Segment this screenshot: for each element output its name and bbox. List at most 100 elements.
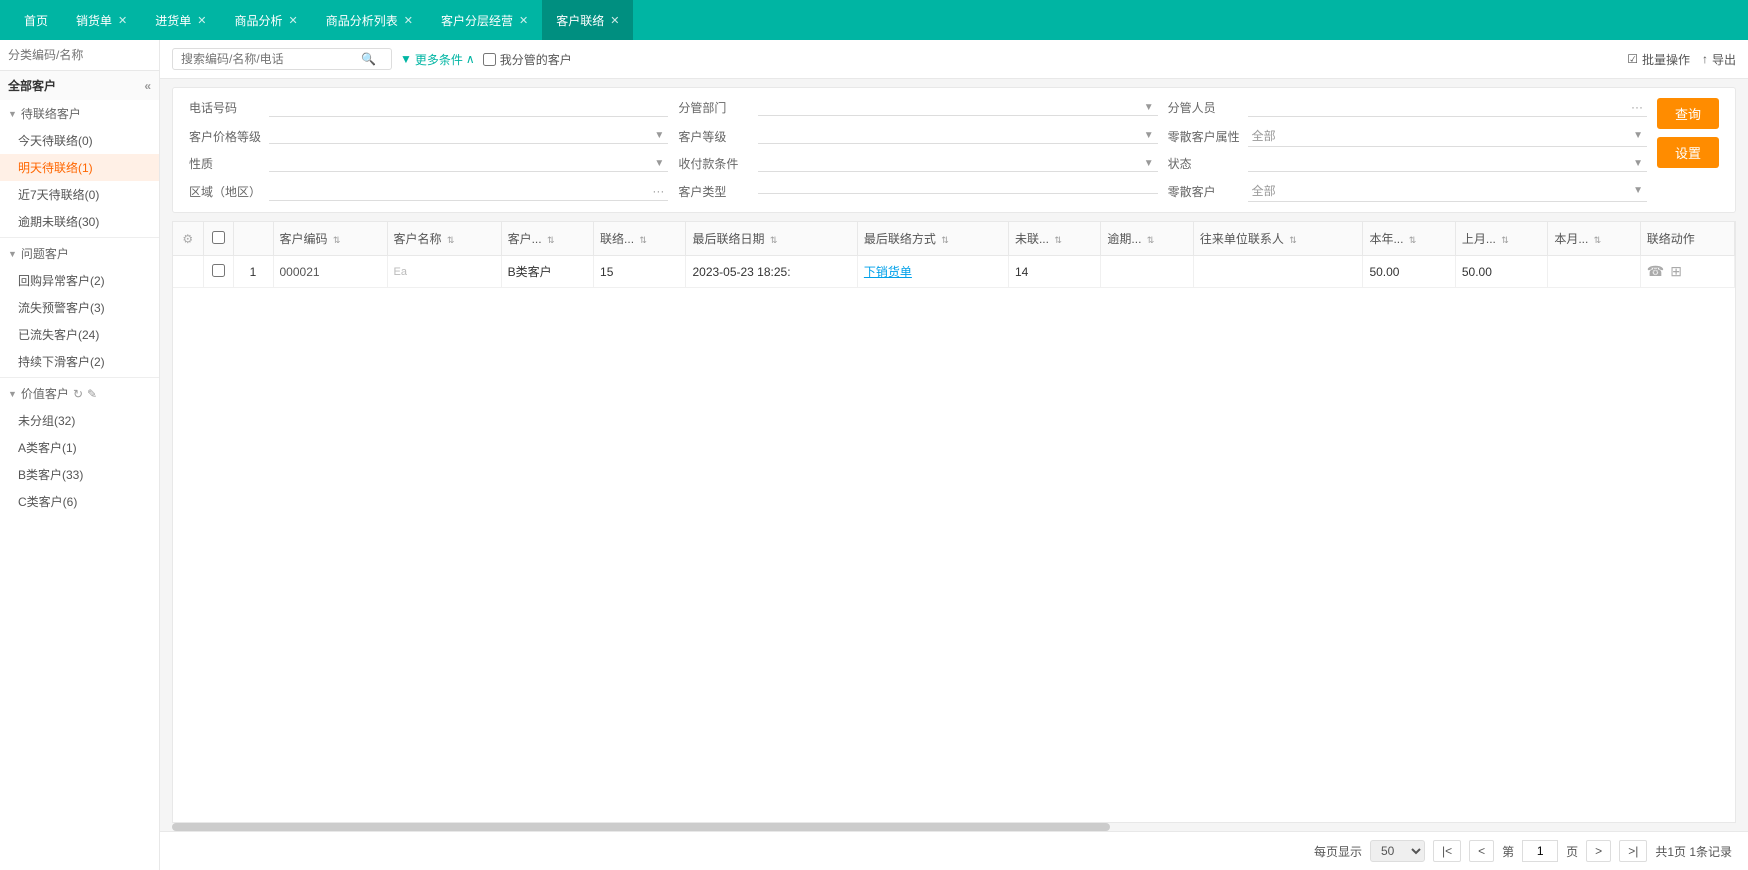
- settings-icon[interactable]: ⚙: [182, 232, 193, 246]
- sidebar-item-today-contact[interactable]: 今天待联络(0): [0, 127, 159, 154]
- sort-overdue-icon[interactable]: ⇅: [1147, 235, 1155, 245]
- sidebar-group-value-customers[interactable]: 价值客户 ↻ ✎: [0, 380, 159, 407]
- sort-name-icon[interactable]: ⇅: [447, 235, 455, 245]
- all-customers-header[interactable]: 全部客户 «: [0, 71, 159, 100]
- filter-row-3: 性质 ▼ 收付款条件 ▼ 状态: [189, 155, 1647, 172]
- person-select[interactable]: ···: [1248, 98, 1647, 117]
- value-customers-refresh-icon[interactable]: ↻: [73, 387, 83, 401]
- phone-label: 电话号码: [189, 99, 269, 116]
- horizontal-scrollbar[interactable]: [172, 823, 1736, 831]
- top-nav: 首页 销货单 ✕ 进货单 ✕ 商品分析 ✕ 商品分析列表 ✕ 客户分层经营 ✕ …: [0, 0, 1748, 40]
- select-all-checkbox[interactable]: [212, 231, 225, 244]
- price-level-select[interactable]: ▼: [269, 128, 668, 144]
- pagination-bar: 每页显示 50 100 200 |< < 第 页 > >| 共1页 1条记录: [160, 831, 1748, 870]
- col-code: 客户编码 ⇅: [273, 222, 387, 256]
- sidebar-item-7days-contact[interactable]: 近7天待联络(0): [0, 181, 159, 208]
- filter-arrow-icon: ∧: [466, 52, 475, 66]
- col-last-contact-date: 最后联络日期 ⇅: [686, 222, 857, 256]
- nav-purchase-order[interactable]: 进货单 ✕: [141, 0, 220, 40]
- sidebar-search-input[interactable]: [8, 48, 160, 62]
- last-contact-method-link[interactable]: 下销货单: [864, 265, 912, 279]
- sidebar-item-churned[interactable]: 已流失客户(24): [0, 321, 159, 348]
- customer-level-select[interactable]: ▼: [758, 128, 1157, 144]
- sidebar-group-problem-customers[interactable]: 问题客户: [0, 240, 159, 267]
- close-product-analysis-list-icon[interactable]: ✕: [404, 14, 413, 27]
- sidebar-item-overdue-contact[interactable]: 逾期未联络(30): [0, 208, 159, 235]
- row-last-contact-date: 2023-05-23 18:25:: [686, 256, 857, 288]
- page-number-input[interactable]: [1522, 840, 1558, 862]
- close-customer-contact-icon[interactable]: ✕: [610, 14, 619, 27]
- region-select[interactable]: ···: [269, 182, 668, 201]
- sidebar-item-tomorrow-contact[interactable]: 明天待联络(1): [0, 154, 159, 181]
- sidebar-item-repurchase-anomaly[interactable]: 回购异常客户(2): [0, 267, 159, 294]
- nature-select[interactable]: ▼: [269, 156, 668, 172]
- batch-icon: ☑: [1627, 52, 1638, 66]
- sort-this-year-icon[interactable]: ⇅: [1409, 235, 1417, 245]
- per-page-select[interactable]: 50 100 200: [1370, 840, 1425, 862]
- row-last-month: 50.00: [1455, 256, 1547, 288]
- value-customers-edit-icon[interactable]: ✎: [87, 387, 97, 401]
- batch-operation-btn[interactable]: ☑ 批量操作: [1627, 51, 1690, 68]
- filter-row-1: 电话号码 分管部门 ▼ 分管人员 ···: [189, 98, 1647, 117]
- col-name: 客户名称 ⇅: [387, 222, 501, 256]
- search-input[interactable]: [181, 52, 361, 66]
- nav-customer-tier[interactable]: 客户分层经营 ✕: [427, 0, 542, 40]
- search-icon[interactable]: 🔍: [361, 52, 376, 66]
- dept-select[interactable]: ▼: [758, 100, 1157, 116]
- sort-contacts-icon[interactable]: ⇅: [639, 235, 647, 245]
- sidebar-item-churn-warning[interactable]: 流失预警客户(3): [0, 294, 159, 321]
- last-page-btn[interactable]: >|: [1619, 840, 1647, 862]
- phone-input[interactable]: [269, 98, 668, 117]
- sort-last-date-icon[interactable]: ⇅: [770, 235, 778, 245]
- nav-home[interactable]: 首页: [10, 0, 62, 40]
- sort-last-month-icon[interactable]: ⇅: [1501, 235, 1509, 245]
- sort-unit-contact-icon[interactable]: ⇅: [1289, 235, 1297, 245]
- sidebar-item-c-customers[interactable]: C类客户(6): [0, 488, 159, 515]
- sort-type-icon[interactable]: ⇅: [547, 235, 555, 245]
- retail-customer-select[interactable]: 全部▼: [1248, 180, 1647, 202]
- sort-last-method-icon[interactable]: ⇅: [941, 235, 949, 245]
- scroll-thumb[interactable]: [172, 823, 1110, 831]
- close-customer-tier-icon[interactable]: ✕: [519, 14, 528, 27]
- nav-customer-contact[interactable]: 客户联络 ✕: [542, 0, 633, 40]
- payment-select[interactable]: ▼: [758, 156, 1157, 172]
- sidebar-item-b-customers[interactable]: B类客户(33): [0, 461, 159, 488]
- sort-no-contact-icon[interactable]: ⇅: [1054, 235, 1062, 245]
- status-select[interactable]: ▼: [1248, 156, 1647, 172]
- sidebar-item-ungrouped[interactable]: 未分组(32): [0, 407, 159, 434]
- close-product-analysis-icon[interactable]: ✕: [289, 14, 298, 27]
- my-customers-checkbox-label[interactable]: 我分管的客户: [483, 51, 572, 68]
- first-page-btn[interactable]: |<: [1433, 840, 1461, 862]
- row-checkbox[interactable]: [212, 264, 225, 277]
- contact-action-icon[interactable]: ☎: [1647, 263, 1664, 280]
- sidebar-item-declining[interactable]: 持续下滑客户(2): [0, 348, 159, 375]
- nav-product-analysis[interactable]: 商品分析 ✕: [220, 0, 311, 40]
- sidebar-item-a-customers[interactable]: A类客户(1): [0, 434, 159, 461]
- col-overdue: 逾期... ⇅: [1101, 222, 1193, 256]
- collapse-icon[interactable]: «: [144, 79, 151, 93]
- more-filter-btn[interactable]: ▼ 更多条件 ∧: [400, 51, 475, 68]
- retail-attr-select[interactable]: 全部▼: [1248, 125, 1647, 147]
- set-button[interactable]: 设置: [1657, 137, 1719, 168]
- query-button[interactable]: 查询: [1657, 98, 1719, 129]
- nature-label: 性质: [189, 155, 269, 172]
- more-action-icon[interactable]: ⊞: [1670, 263, 1682, 280]
- sort-code-icon[interactable]: ⇅: [333, 235, 341, 245]
- my-customers-checkbox[interactable]: [483, 53, 496, 66]
- sidebar-group-pending-contact[interactable]: 待联络客户: [0, 100, 159, 127]
- toolbar-right: ☑ 批量操作 ↑ 导出: [1627, 51, 1736, 68]
- export-btn[interactable]: ↑ 导出: [1702, 51, 1736, 68]
- close-purchase-order-icon[interactable]: ✕: [197, 14, 206, 27]
- col-this-year: 本年... ⇅: [1363, 222, 1455, 256]
- row-contacts: 15: [594, 256, 686, 288]
- close-sales-order-icon[interactable]: ✕: [118, 14, 127, 27]
- nav-sales-order[interactable]: 销货单 ✕: [62, 0, 141, 40]
- filter-dept: 分管部门 ▼: [678, 99, 1157, 116]
- filter-retail-customer: 零散客户 全部▼: [1168, 180, 1647, 202]
- next-page-btn[interactable]: >: [1586, 840, 1611, 862]
- col-num: [233, 222, 273, 256]
- prev-page-btn[interactable]: <: [1469, 840, 1494, 862]
- nav-product-analysis-list[interactable]: 商品分析列表 ✕: [312, 0, 427, 40]
- customer-type-select[interactable]: [758, 189, 1157, 194]
- sort-this-month-icon[interactable]: ⇅: [1594, 235, 1602, 245]
